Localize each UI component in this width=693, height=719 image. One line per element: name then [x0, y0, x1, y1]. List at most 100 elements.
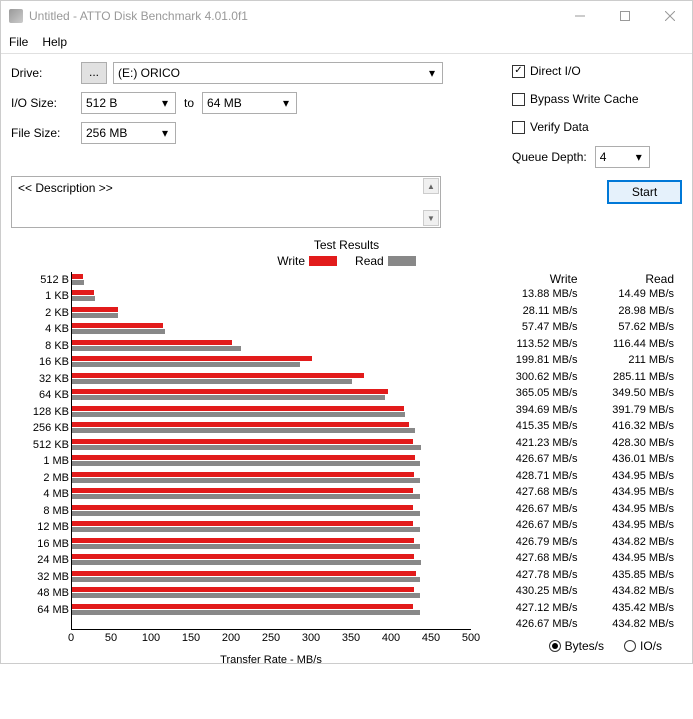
- cell-read: 434.82 MB/s: [586, 585, 683, 597]
- chart-ylabel: 8 KB: [14, 340, 69, 352]
- cell-read: 391.79 MB/s: [586, 404, 683, 416]
- chevron-down-icon: ▾: [631, 149, 647, 165]
- bar-write: [72, 439, 413, 444]
- description-box[interactable]: << Description >> ▲ ▼: [11, 176, 441, 228]
- chart-ylabel: 64 MB: [14, 604, 69, 616]
- bar-write: [72, 373, 364, 378]
- browse-button[interactable]: ...: [81, 62, 107, 84]
- cell-write: 428.71 MB/s: [489, 470, 586, 482]
- table-row: 427.12 MB/s435.42 MB/s: [489, 600, 682, 617]
- menubar: File Help: [1, 31, 692, 54]
- scroll-down-button[interactable]: ▼: [423, 210, 439, 226]
- cell-write: 113.52 MB/s: [489, 338, 586, 350]
- chart-ylabel: 1 KB: [14, 290, 69, 302]
- verify-checkbox[interactable]: [512, 121, 525, 134]
- bar-read: [72, 346, 241, 351]
- chevron-down-icon: ▾: [424, 65, 440, 81]
- bar-write: [72, 406, 404, 411]
- maximize-button[interactable]: [602, 1, 647, 31]
- table-row: 365.05 MB/s349.50 MB/s: [489, 385, 682, 402]
- cell-write: 426.67 MB/s: [489, 618, 586, 630]
- chart-xtick: 350: [342, 632, 360, 644]
- window-title: Untitled - ATTO Disk Benchmark 4.01.0f1: [29, 9, 557, 23]
- cell-read: 434.95 MB/s: [586, 503, 683, 515]
- titlebar[interactable]: Untitled - ATTO Disk Benchmark 4.01.0f1: [1, 1, 692, 31]
- bar-write: [72, 538, 414, 543]
- cell-write: 426.79 MB/s: [489, 536, 586, 548]
- cell-read: 434.95 MB/s: [586, 486, 683, 498]
- legend-read-label: Read: [355, 254, 384, 268]
- bar-read: [72, 395, 385, 400]
- chart-xtick: 50: [105, 632, 117, 644]
- cell-write: 300.62 MB/s: [489, 371, 586, 383]
- cell-write: 427.68 MB/s: [489, 552, 586, 564]
- iosize-from-select[interactable]: 512 B ▾: [81, 92, 176, 114]
- cell-write: 430.25 MB/s: [489, 585, 586, 597]
- cell-read: 436.01 MB/s: [586, 453, 683, 465]
- bar-write: [72, 307, 118, 312]
- cell-read: 116.44 MB/s: [586, 338, 683, 350]
- cell-read: 14.49 MB/s: [586, 288, 683, 300]
- chart-ylabel: 2 KB: [14, 307, 69, 319]
- queue-depth-select[interactable]: 4 ▾: [595, 146, 650, 168]
- table-row: 426.67 MB/s434.82 MB/s: [489, 616, 682, 633]
- cell-read: 349.50 MB/s: [586, 387, 683, 399]
- bar-read: [72, 461, 420, 466]
- units-io-radio[interactable]: IO/s: [624, 639, 662, 653]
- start-button[interactable]: Start: [607, 180, 682, 204]
- table-row: 430.25 MB/s434.82 MB/s: [489, 583, 682, 600]
- bar-write: [72, 571, 416, 576]
- menu-file[interactable]: File: [9, 35, 28, 49]
- table-row: 421.23 MB/s428.30 MB/s: [489, 435, 682, 452]
- table-row: 13.88 MB/s14.49 MB/s: [489, 286, 682, 303]
- minimize-button[interactable]: [557, 1, 602, 31]
- table-row: 415.35 MB/s416.32 MB/s: [489, 418, 682, 435]
- chart-ylabel: 4 MB: [14, 488, 69, 500]
- cell-read: 434.95 MB/s: [586, 552, 683, 564]
- bar-read: [72, 494, 420, 499]
- chart-ylabel: 2 MB: [14, 472, 69, 484]
- bar-read: [72, 560, 421, 565]
- direct-io-checkbox[interactable]: ✓: [512, 65, 525, 78]
- table-row: 28.11 MB/s28.98 MB/s: [489, 303, 682, 320]
- cell-read: 435.42 MB/s: [586, 602, 683, 614]
- legend-read-swatch: [388, 256, 416, 266]
- description-text: << Description >>: [18, 181, 113, 195]
- bar-read: [72, 296, 95, 301]
- chart-xtick: 400: [382, 632, 400, 644]
- bypass-checkbox[interactable]: [512, 93, 525, 106]
- chart-xlabel: Transfer Rate - MB/s: [71, 654, 471, 666]
- bar-write: [72, 587, 414, 592]
- cell-write: 199.81 MB/s: [489, 354, 586, 366]
- iosize-to-select[interactable]: 64 MB ▾: [202, 92, 297, 114]
- chart-ylabel: 512 KB: [14, 439, 69, 451]
- close-button[interactable]: [647, 1, 692, 31]
- direct-io-label: Direct I/O: [530, 64, 581, 78]
- drive-select[interactable]: (E:) ORICO ▾: [113, 62, 443, 84]
- table-row: 426.67 MB/s434.95 MB/s: [489, 501, 682, 518]
- cell-write: 427.68 MB/s: [489, 486, 586, 498]
- units-bytes-radio[interactable]: Bytes/s: [549, 639, 604, 653]
- chart-ylabel: 256 KB: [14, 422, 69, 434]
- filesize-select[interactable]: 256 MB ▾: [81, 122, 176, 144]
- app-window: Untitled - ATTO Disk Benchmark 4.01.0f1 …: [0, 0, 693, 664]
- bar-write: [72, 274, 83, 279]
- cell-read: 435.85 MB/s: [586, 569, 683, 581]
- cell-read: 28.98 MB/s: [586, 305, 683, 317]
- cell-read: 434.95 MB/s: [586, 470, 683, 482]
- chevron-down-icon: ▾: [157, 95, 173, 111]
- menu-help[interactable]: Help: [42, 35, 67, 49]
- bar-read: [72, 527, 420, 532]
- bar-write: [72, 455, 415, 460]
- cell-write: 426.67 MB/s: [489, 519, 586, 531]
- chart-ylabel: 12 MB: [14, 521, 69, 533]
- cell-write: 415.35 MB/s: [489, 420, 586, 432]
- scroll-up-button[interactable]: ▲: [423, 178, 439, 194]
- chart-xtick: 100: [142, 632, 160, 644]
- results-chart: 050100150200250300350400450500 Transfer …: [11, 272, 481, 652]
- verify-label: Verify Data: [530, 120, 589, 134]
- table-row: 199.81 MB/s211 MB/s: [489, 352, 682, 369]
- table-row: 427.78 MB/s435.85 MB/s: [489, 567, 682, 584]
- to-label: to: [184, 96, 194, 110]
- cell-write: 427.78 MB/s: [489, 569, 586, 581]
